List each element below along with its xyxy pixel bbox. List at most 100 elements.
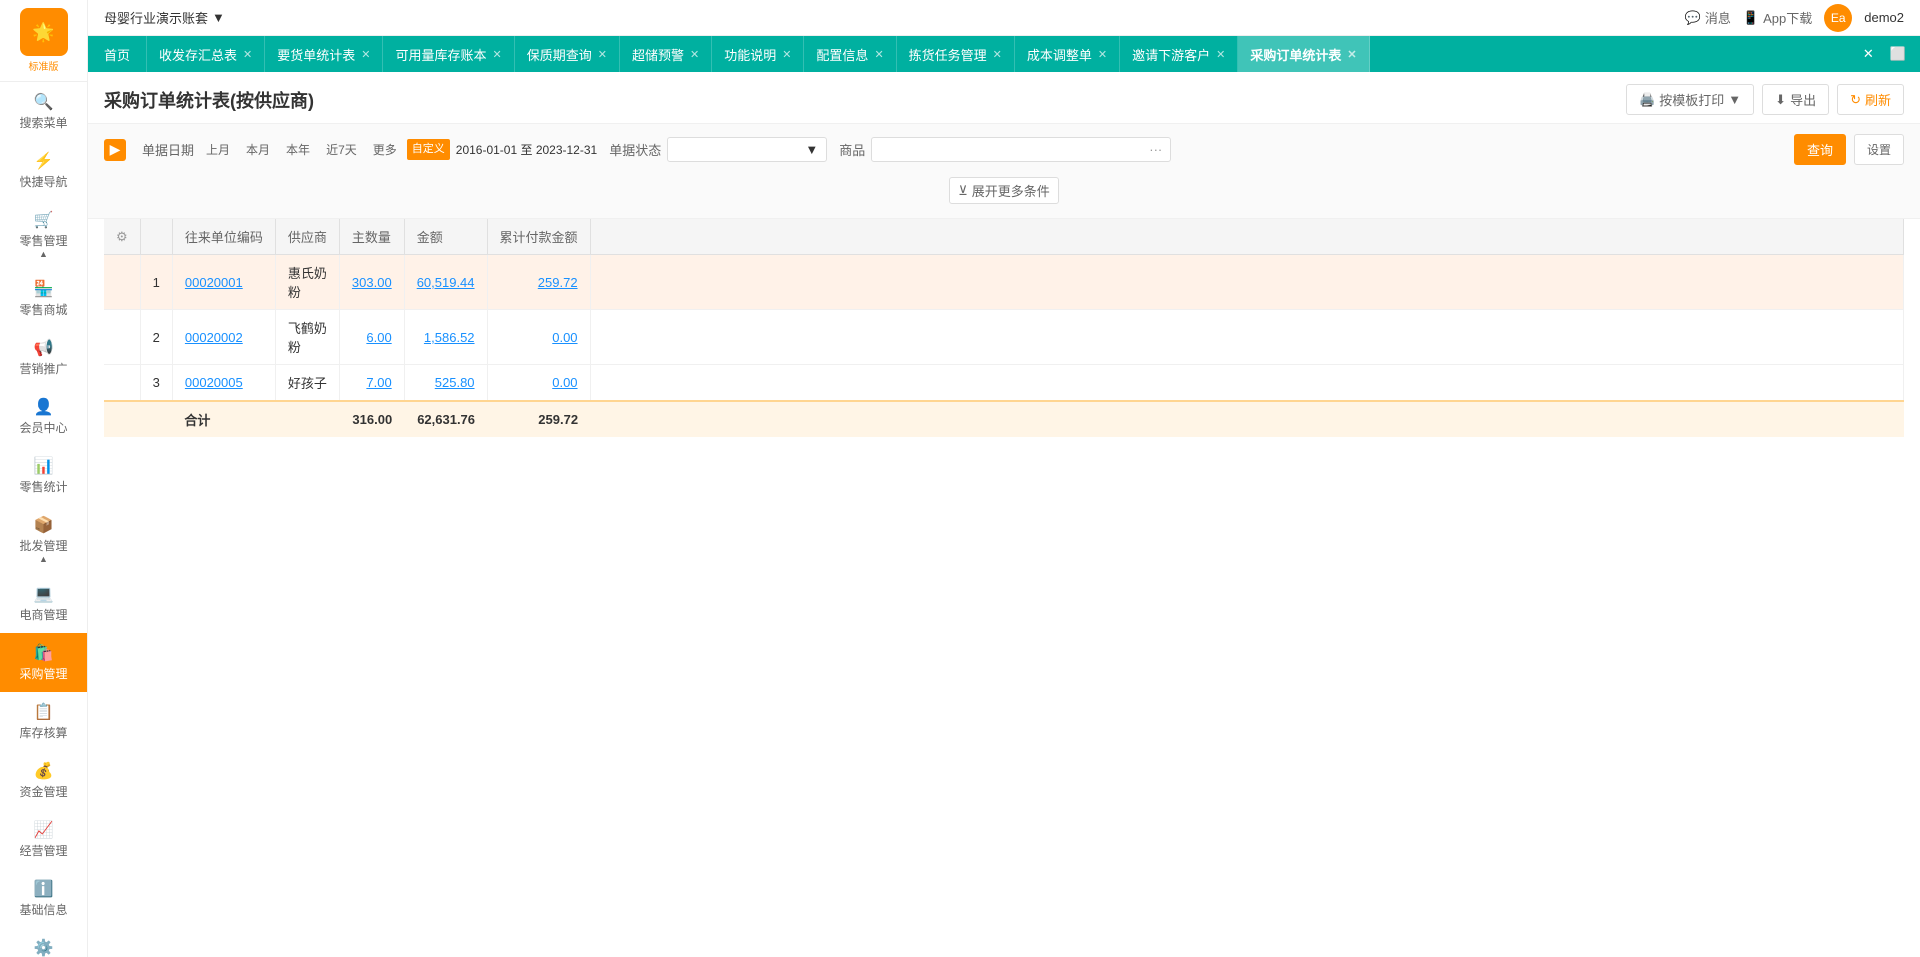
data-table: ⚙ 往来单位编码 供应商 主数量 金额 累计付款金额 1 00020001 惠氏…	[104, 219, 1904, 437]
row-code-0[interactable]: 00020001	[172, 255, 275, 310]
tab-close-tab11[interactable]: ✕	[1347, 48, 1356, 61]
nav-tab-tab5[interactable]: 超储预警✕	[620, 36, 712, 72]
top-nav: 首页收发存汇总表✕要货单统计表✕可用量库存账本✕保质期查询✕超储预警✕功能说明✕…	[88, 36, 1920, 72]
th-extra	[590, 219, 1903, 255]
nav-tab-tab4[interactable]: 保质期查询✕	[515, 36, 620, 72]
shortcut-more[interactable]: 更多	[367, 139, 403, 160]
sidebar-item-0[interactable]: 🔍搜索菜单	[0, 82, 87, 141]
tab-close-tab1[interactable]: ✕	[243, 48, 252, 61]
sidebar-item-4[interactable]: 📢营销推广	[0, 328, 87, 387]
shortcut-7days[interactable]: 近7天	[320, 139, 363, 160]
refresh-label: 刷新	[1865, 90, 1891, 109]
sidebar-item-7[interactable]: 📦批发管理▲	[0, 505, 87, 574]
row-supplier-0: 惠氏奶粉	[275, 255, 339, 310]
sidebar-item-10[interactable]: 📋库存核算	[0, 692, 87, 751]
table-body: 1 00020001 惠氏奶粉 303.00 60,519.44 259.72 …	[104, 255, 1904, 402]
nav-tab-home[interactable]: 首页	[88, 36, 147, 72]
download-icon: 📱	[1743, 10, 1759, 26]
sidebar-item-12[interactable]: 📈经营管理	[0, 810, 87, 869]
sidebar-item-8[interactable]: 💻电商管理	[0, 574, 87, 633]
nav-tab-tab1[interactable]: 收发存汇总表✕	[147, 36, 265, 72]
column-settings-icon[interactable]: ⚙	[116, 229, 128, 244]
row-amount-1[interactable]: 1,586.52	[404, 310, 487, 365]
row-qty-1[interactable]: 6.00	[339, 310, 404, 365]
tab-label-tab10: 邀请下游客户	[1132, 45, 1210, 64]
goods-filter: 商品 ···	[839, 137, 1171, 162]
row-qty-0[interactable]: 303.00	[339, 255, 404, 310]
table-header: ⚙ 往来单位编码 供应商 主数量 金额 累计付款金额	[104, 219, 1904, 255]
filter-toggle-btn[interactable]: ▶	[104, 139, 126, 161]
row-amount-2[interactable]: 525.80	[404, 365, 487, 402]
row-paid-2[interactable]: 0.00	[487, 365, 590, 402]
sidebar-item-1[interactable]: ⚡快捷导航	[0, 141, 87, 200]
sidebar-item-3[interactable]: 🏪零售商城	[0, 269, 87, 328]
shortcut-this-year[interactable]: 本年	[280, 139, 316, 160]
table-row-2: 3 00020005 好孩子 7.00 525.80 0.00	[104, 365, 1904, 402]
tab-close-tab2[interactable]: ✕	[361, 48, 370, 61]
row-code-2[interactable]: 00020005	[172, 365, 275, 402]
tab-close-tab7[interactable]: ✕	[874, 48, 883, 61]
nav-tab-tab2[interactable]: 要货单统计表✕	[265, 36, 383, 72]
tab-close-tab8[interactable]: ✕	[993, 48, 1002, 61]
shortcut-last-month[interactable]: 上月	[200, 139, 236, 160]
sidebar-item-9[interactable]: 🛍️采购管理	[0, 633, 87, 692]
tab-close-tab4[interactable]: ✕	[598, 48, 607, 61]
query-label: 查询	[1807, 140, 1833, 159]
nav-tab-tab6[interactable]: 功能说明✕	[712, 36, 804, 72]
sidebar-item-6[interactable]: 📊零售统计	[0, 446, 87, 505]
shortcut-this-month[interactable]: 本月	[240, 139, 276, 160]
row-paid-0[interactable]: 259.72	[487, 255, 590, 310]
sidebar-item-2[interactable]: 🛒零售管理▲	[0, 200, 87, 269]
tab-close-tab3[interactable]: ✕	[493, 48, 502, 61]
row-settings-0	[104, 255, 140, 310]
settings-label: 设置	[1867, 141, 1891, 158]
table-row-1: 2 00020002 飞鹤奶粉 6.00 1,586.52 0.00	[104, 310, 1904, 365]
sidebar-item-11[interactable]: 💰资金管理	[0, 751, 87, 810]
app-download-button[interactable]: 📱 App下载	[1743, 8, 1812, 27]
row-code-1[interactable]: 00020002	[172, 310, 275, 365]
expand-conditions-btn[interactable]: ⊻ 展开更多条件	[949, 177, 1059, 204]
nav-tab-tab11[interactable]: 采购订单统计表✕	[1238, 36, 1369, 72]
workspace-selector[interactable]: 母婴行业演示账套 ▼	[104, 8, 225, 27]
sidebar-icon-7: 📦	[34, 515, 54, 535]
sidebar-item-5[interactable]: 👤会员中心	[0, 387, 87, 446]
sidebar-label-5: 会员中心	[19, 419, 67, 436]
close-tab-button[interactable]: ✕	[1857, 42, 1880, 66]
export-button[interactable]: ⬇ 导出	[1762, 84, 1829, 115]
sidebar-item-13[interactable]: ℹ️基础信息	[0, 869, 87, 928]
nav-tabs: 首页收发存汇总表✕要货单统计表✕可用量库存账本✕保质期查询✕超储预警✕功能说明✕…	[88, 36, 1849, 72]
refresh-button[interactable]: ↻ 刷新	[1837, 84, 1904, 115]
message-button[interactable]: 💬 消息	[1685, 8, 1731, 27]
row-amount-0[interactable]: 60,519.44	[404, 255, 487, 310]
maximize-button[interactable]: ⬜	[1884, 42, 1912, 66]
workspace-arrow: ▼	[212, 10, 225, 25]
status-select[interactable]: ▼	[667, 137, 827, 162]
tab-close-tab5[interactable]: ✕	[690, 48, 699, 61]
status-filter: 单据状态 ▼	[609, 137, 827, 162]
th-settings: ⚙	[104, 219, 140, 255]
print-button[interactable]: 🖨️ 按模板打印 ▼	[1626, 84, 1754, 115]
settings-button[interactable]: 设置	[1854, 134, 1904, 165]
footer-settings	[104, 401, 140, 437]
sidebar-item-14[interactable]: ⚙️系统管理	[0, 928, 87, 957]
goods-ellipsis[interactable]: ···	[1149, 142, 1162, 157]
nav-tab-tab7[interactable]: 配置信息✕	[804, 36, 896, 72]
tab-close-tab10[interactable]: ✕	[1216, 48, 1225, 61]
nav-tab-tab3[interactable]: 可用量库存账本✕	[383, 36, 514, 72]
footer-label: 合计	[172, 401, 275, 437]
nav-tab-tab9[interactable]: 成本调整单✕	[1015, 36, 1120, 72]
row-paid-1[interactable]: 0.00	[487, 310, 590, 365]
query-button[interactable]: 查询	[1794, 134, 1846, 165]
nav-tab-tab10[interactable]: 邀请下游客户 ✕	[1120, 36, 1238, 72]
sidebar-icon-13: ℹ️	[34, 879, 54, 899]
sidebar-icon-12: 📈	[34, 820, 54, 840]
page-content: 采购订单统计表(按供应商) 🖨️ 按模板打印 ▼ ⬇ 导出 ↻ 刷新	[88, 72, 1920, 957]
row-qty-2[interactable]: 7.00	[339, 365, 404, 402]
tab-close-tab6[interactable]: ✕	[782, 48, 791, 61]
date-label: 单据日期	[142, 140, 194, 159]
goods-input[interactable]	[880, 142, 1149, 157]
user-avatar[interactable]: Ea	[1824, 4, 1852, 32]
nav-tab-tab8[interactable]: 拣货任务管理✕	[897, 36, 1015, 72]
th-qty: 主数量	[339, 219, 404, 255]
tab-close-tab9[interactable]: ✕	[1098, 48, 1107, 61]
